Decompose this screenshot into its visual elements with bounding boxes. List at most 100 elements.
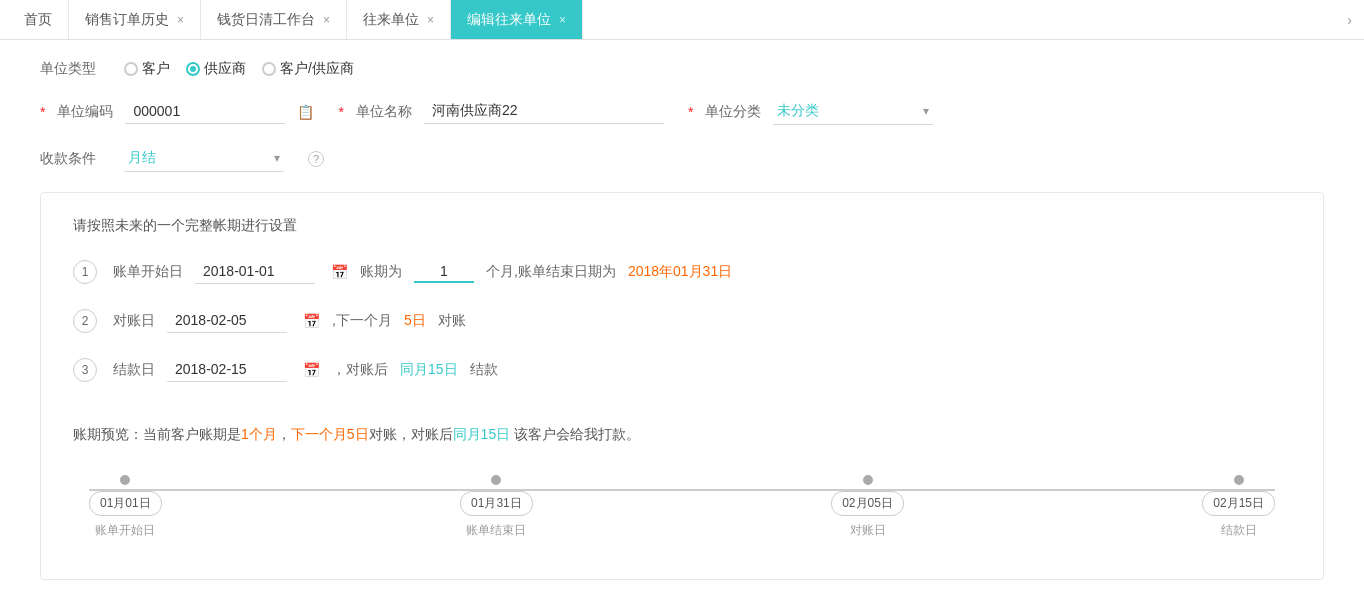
step-1-period-end: 2018年01月31日 <box>628 263 732 281</box>
tab-edit-partner-label: 编辑往来单位 <box>467 11 551 29</box>
timeline-badge-1: 01月01日 <box>89 491 162 516</box>
radio-supplier-label: 供应商 <box>204 60 246 78</box>
radio-both-label: 客户/供应商 <box>280 60 354 78</box>
payment-terms-select[interactable]: 月结 ▾ <box>124 145 284 172</box>
unit-name-group: * 单位名称 <box>338 99 663 124</box>
unit-class-required: * <box>688 104 693 120</box>
tab-partner-unit-label: 往来单位 <box>363 11 419 29</box>
step-1-period-unit: 个月,账单结束日期为 <box>486 263 616 281</box>
unit-code-calendar-icon[interactable]: 📋 <box>297 104 314 120</box>
tab-partner-unit[interactable]: 往来单位 × <box>347 0 451 39</box>
step-1-content: 账单开始日 📅 账期为 个月,账单结束日期为 2018年01月31日 <box>113 259 732 284</box>
unit-info-row: * 单位编码 📋 * 单位名称 * 单位分类 未分类 ▾ <box>40 98 1324 125</box>
timeline-point-2: 01月31日 账单结束日 <box>460 475 533 539</box>
tab-cash-work-close[interactable]: × <box>323 13 330 27</box>
unit-type-label: 单位类型 <box>40 60 100 78</box>
step-1-num: 1 <box>73 260 97 284</box>
step-2-suffix-highlight: 5日 <box>404 312 426 330</box>
step-1-calendar-icon[interactable]: 📅 <box>331 264 348 280</box>
preview-part1: 1个月 <box>241 426 277 442</box>
radio-customer-label: 客户 <box>142 60 170 78</box>
unit-class-arrow-icon: ▾ <box>923 104 929 118</box>
preview-text: 账期预览：当前客户账期是1个月，下一个月5日对账，对账后同月15日 该客户会给我… <box>73 422 1291 447</box>
unit-type-row: 单位类型 客户 供应商 客户/供应商 <box>40 60 1324 78</box>
step-3-suffix-before: ，对账后 <box>332 361 388 379</box>
preview-part3: 同月15日 <box>453 426 511 442</box>
tab-edit-partner-close[interactable]: × <box>559 13 566 27</box>
payment-terms-help-icon[interactable]: ? <box>308 151 324 167</box>
settings-panel: 请按照未来的一个完整帐期进行设置 1 账单开始日 📅 账期为 个月,账单结束日期… <box>40 192 1324 580</box>
radio-both[interactable]: 客户/供应商 <box>262 60 354 78</box>
tab-sales-history-label: 销售订单历史 <box>85 11 169 29</box>
timeline-label-3: 对账日 <box>850 522 886 539</box>
timeline-wrapper: 01月01日 账单开始日 01月31日 账单结束日 02月05日 对账日 <box>73 475 1291 539</box>
radio-supplier-circle <box>186 62 200 76</box>
step-3-calendar-icon[interactable]: 📅 <box>303 362 320 378</box>
timeline-badge-2: 01月31日 <box>460 491 533 516</box>
preview-middle: 对账，对账后 <box>369 426 453 442</box>
timeline-dot-3 <box>863 475 873 485</box>
unit-name-input[interactable] <box>424 99 664 124</box>
tab-partner-unit-close[interactable]: × <box>427 13 434 27</box>
timeline-badge-3: 02月05日 <box>831 491 904 516</box>
step-3-date-input[interactable] <box>167 357 287 382</box>
unit-name-required: * <box>338 104 343 120</box>
step-2-num: 2 <box>73 309 97 333</box>
radio-customer-circle <box>124 62 138 76</box>
timeline-dot-2 <box>491 475 501 485</box>
unit-type-radio-group: 客户 供应商 客户/供应商 <box>124 60 354 78</box>
preview-section: 账期预览：当前客户账期是1个月，下一个月5日对账，对账后同月15日 该客户会给我… <box>73 406 1291 555</box>
unit-code-required: * <box>40 104 45 120</box>
unit-code-group: * 单位编码 📋 <box>40 99 314 124</box>
main-content: 单位类型 客户 供应商 客户/供应商 * 单位编码 📋 * 单位名称 <box>0 40 1364 608</box>
step-2-calendar-icon[interactable]: 📅 <box>303 313 320 329</box>
panel-title: 请按照未来的一个完整帐期进行设置 <box>73 217 1291 235</box>
timeline-points: 01月01日 账单开始日 01月31日 账单结束日 02月05日 对账日 <box>89 475 1275 539</box>
step-1-period-input[interactable] <box>414 261 474 283</box>
tab-edit-partner[interactable]: 编辑往来单位 × <box>451 0 583 39</box>
radio-customer[interactable]: 客户 <box>124 60 170 78</box>
unit-class-select[interactable]: 未分类 ▾ <box>773 98 933 125</box>
step-3-content: 结款日 📅 ，对账后 同月15日 结款 <box>113 357 498 382</box>
step-2-date-input[interactable] <box>167 308 287 333</box>
unit-code-label: 单位编码 <box>57 103 117 121</box>
payment-terms-arrow-icon: ▾ <box>274 151 280 165</box>
step-2-suffix-after: 对账 <box>438 312 466 330</box>
step-1-label: 账单开始日 <box>113 263 183 281</box>
timeline-point-4: 02月15日 结款日 <box>1202 475 1275 539</box>
preview-prefix: 账期预览：当前客户账期是 <box>73 426 241 442</box>
timeline-label-1: 账单开始日 <box>95 522 155 539</box>
step-3-suffix-after: 结款 <box>470 361 498 379</box>
payment-terms-row: 收款条件 月结 ▾ ? <box>40 145 1324 172</box>
timeline-point-1: 01月01日 账单开始日 <box>89 475 162 539</box>
step-1-row: 1 账单开始日 📅 账期为 个月,账单结束日期为 2018年01月31日 <box>73 259 1291 284</box>
tab-sales-history[interactable]: 销售订单历史 × <box>69 0 201 39</box>
unit-name-label: 单位名称 <box>356 103 416 121</box>
tab-cash-work[interactable]: 钱货日清工作台 × <box>201 0 347 39</box>
timeline-label-2: 账单结束日 <box>466 522 526 539</box>
tab-home[interactable]: 首页 <box>8 0 69 39</box>
step-2-label: 对账日 <box>113 312 155 330</box>
unit-code-input[interactable] <box>125 99 285 124</box>
radio-supplier[interactable]: 供应商 <box>186 60 246 78</box>
preview-comma1: ， <box>277 426 291 442</box>
timeline-point-3: 02月05日 对账日 <box>831 475 904 539</box>
preview-suffix: 该客户会给我打款。 <box>514 426 640 442</box>
tab-sales-history-close[interactable]: × <box>177 13 184 27</box>
step-2-row: 2 对账日 📅 ,下一个月 5日 对账 <box>73 308 1291 333</box>
tabs-bar: 首页 销售订单历史 × 钱货日清工作台 × 往来单位 × 编辑往来单位 × › <box>0 0 1364 40</box>
timeline-dot-1 <box>120 475 130 485</box>
tab-home-label: 首页 <box>24 11 52 29</box>
step-3-label: 结款日 <box>113 361 155 379</box>
step-2-suffix-before: ,下一个月 <box>332 312 392 330</box>
tab-cash-work-label: 钱货日清工作台 <box>217 11 315 29</box>
step-1-date-input[interactable] <box>195 259 315 284</box>
unit-class-group: * 单位分类 未分类 ▾ <box>688 98 933 125</box>
step-1-period-prefix: 账期为 <box>360 263 402 281</box>
preview-part2: 下一个月5日 <box>291 426 369 442</box>
payment-terms-label: 收款条件 <box>40 150 100 168</box>
tab-expand-button[interactable]: › <box>1335 0 1364 39</box>
timeline-dot-4 <box>1234 475 1244 485</box>
timeline-label-4: 结款日 <box>1221 522 1257 539</box>
payment-terms-value: 月结 <box>128 149 274 167</box>
